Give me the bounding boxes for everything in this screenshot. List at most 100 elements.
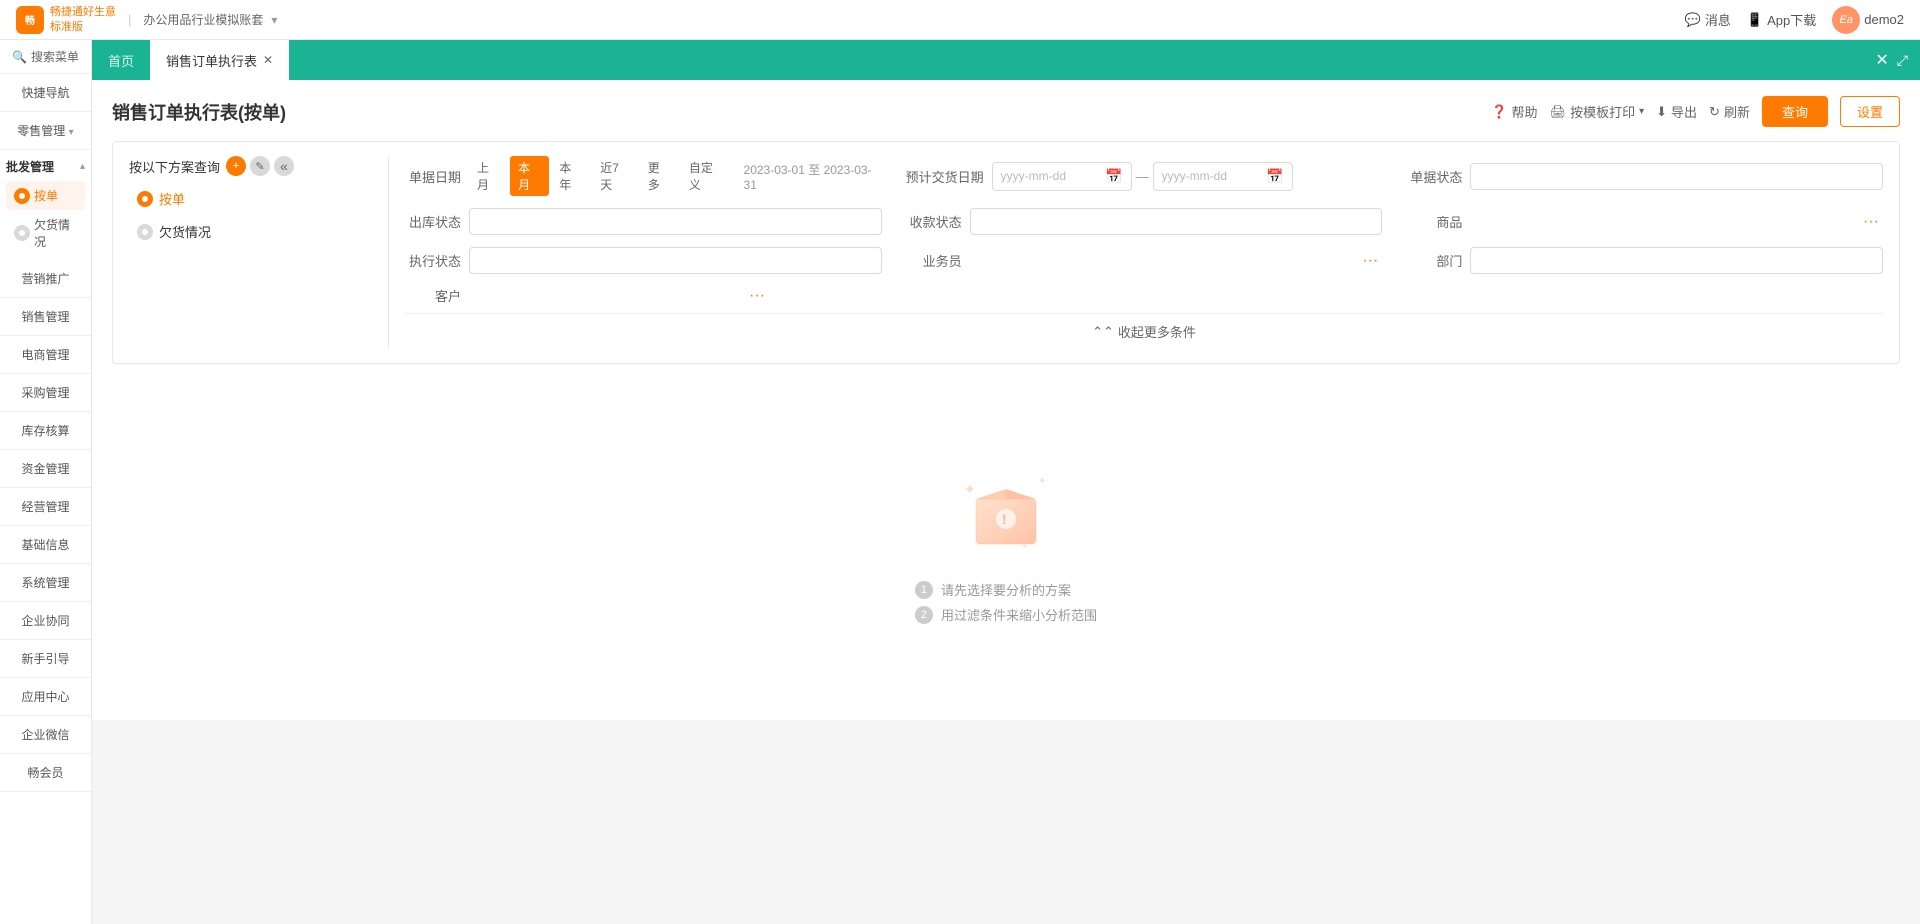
sidebar: 🔍 搜索菜单 快捷导航 零售管理 ▾ 批发管理 ▴: [0, 40, 92, 924]
plan-dot-inactive: [137, 224, 153, 240]
settings-button[interactable]: 设置: [1840, 96, 1900, 127]
sidebar-item-shortcut[interactable]: 快捷导航: [0, 74, 91, 112]
export-button[interactable]: ⬇ 导出: [1656, 102, 1697, 121]
page-header: 销售订单执行表(按单) ❓ 帮助 🖨 按模板打印 ▾: [112, 96, 1900, 127]
refresh-button[interactable]: ↻ 刷新: [1709, 102, 1750, 121]
customer-more-icon[interactable]: ···: [745, 287, 769, 305]
sidebar-item-sales[interactable]: 销售管理: [0, 298, 91, 336]
sidebar-sub-item-order[interactable]: 按单: [6, 181, 85, 210]
refresh-icon: ↻: [1709, 104, 1720, 120]
bill-status-field: 单据状态: [1406, 156, 1883, 196]
tab-sales-exec[interactable]: 销售订单执行表 ✕: [150, 40, 289, 80]
tab-close-icon[interactable]: ✕: [263, 53, 273, 67]
top-bar: 畅 畅捷通好生意 标准版 | 办公用品行业模拟账套 ▾ 💬 消息 📱 App下载: [0, 0, 1920, 40]
date-opt-more[interactable]: 更多: [640, 156, 679, 196]
help-button[interactable]: ❓ 帮助: [1491, 102, 1537, 121]
breadcrumb-arrow-icon[interactable]: ▾: [271, 13, 277, 27]
out-status-field: 出库状态: [405, 208, 882, 235]
sidebar-item-apps[interactable]: 应用中心: [0, 678, 91, 716]
tab-bar: 首页 销售订单执行表 ✕ ✕ ⤢: [92, 40, 1920, 80]
empty-icon: ✦ ✦ ✦ !: [946, 444, 1066, 564]
date-opt-lastmonth[interactable]: 上月: [469, 156, 508, 196]
user-area[interactable]: Ea demo2: [1832, 6, 1904, 34]
sidebar-item-system[interactable]: 系统管理: [0, 564, 91, 602]
date-opt-custom[interactable]: 自定义: [681, 156, 732, 196]
expected-date-from-placeholder: yyyy-mm-dd: [1001, 169, 1066, 183]
filter-row-4: 客户 ···: [405, 286, 1883, 305]
download-icon: 📱: [1747, 12, 1763, 28]
empty-tip-1: 1 请先选择要分析的方案: [915, 580, 1097, 599]
plan-add-button[interactable]: +: [226, 156, 246, 176]
goods-field: 商品 ···: [1406, 208, 1883, 235]
plan-item-debt[interactable]: 欠货情况: [129, 217, 372, 246]
out-status-select[interactable]: [469, 208, 882, 235]
collect-status-field: 收款状态: [906, 208, 1383, 235]
query-button[interactable]: 查询: [1762, 96, 1828, 127]
date-range-text: 2023-03-01 至 2023-03-31: [744, 161, 882, 192]
salesman-more-icon[interactable]: ···: [1358, 252, 1382, 270]
sidebar-search[interactable]: 🔍 搜索菜单: [0, 40, 91, 74]
sidebar-item-ecommerce[interactable]: 电商管理: [0, 336, 91, 374]
dept-field: 部门: [1406, 247, 1883, 274]
sidebar-item-basic[interactable]: 基础信息: [0, 526, 91, 564]
expected-date-label: 预计交货日期: [906, 167, 984, 186]
exec-status-select[interactable]: [469, 247, 882, 274]
plan-filter-label: 按以下方案查询: [129, 157, 220, 176]
filter-content-right: 单据日期 上月 本月 本年 近7天 更多: [389, 156, 1883, 349]
plan-collapse-button[interactable]: «: [274, 156, 294, 176]
tip-2-num: 2: [915, 606, 933, 624]
sidebar-item-enterprise[interactable]: 企业协同: [0, 602, 91, 640]
sidebar-item-wechat[interactable]: 企业微信: [0, 716, 91, 754]
main-layout: 🔍 搜索菜单 快捷导航 零售管理 ▾ 批发管理 ▴: [0, 40, 1920, 924]
tip-1-num: 1: [915, 581, 933, 599]
calendar-to-icon: 📅: [1266, 168, 1283, 185]
print-arrow-icon: ▾: [1639, 106, 1644, 117]
sidebar-item-wholesale[interactable]: 批发管理 ▴: [0, 150, 91, 179]
expected-date-from[interactable]: yyyy-mm-dd 📅: [992, 162, 1132, 191]
top-bar-left: 畅 畅捷通好生意 标准版 | 办公用品行业模拟账套 ▾: [16, 5, 277, 34]
sidebar-item-operation[interactable]: 经营管理: [0, 488, 91, 526]
search-icon: 🔍: [12, 50, 27, 64]
tab-close-window-icon[interactable]: ✕: [1875, 50, 1888, 70]
sidebar-item-purchase[interactable]: 采购管理: [0, 374, 91, 412]
tab-home[interactable]: 首页: [92, 40, 150, 80]
breadcrumb-separator: |: [128, 12, 131, 27]
bill-status-select[interactable]: [1470, 163, 1883, 190]
collect-status-select[interactable]: [970, 208, 1383, 235]
empty-state: ✦ ✦ ✦ ! 1 请先选择要分析的方案: [112, 364, 1900, 704]
filter-row-3: 执行状态 业务员: [405, 247, 1883, 274]
plan-edit-button[interactable]: ✎: [250, 156, 270, 176]
active-dot: [14, 188, 30, 204]
dept-select[interactable]: [1470, 247, 1883, 274]
sidebar-item-inventory[interactable]: 库存核算: [0, 412, 91, 450]
bill-status-label: 单据状态: [1406, 167, 1462, 186]
expected-date-to[interactable]: yyyy-mm-dd 📅: [1153, 162, 1293, 191]
sidebar-item-retail[interactable]: 零售管理 ▾: [0, 112, 91, 150]
sidebar-item-newbie[interactable]: 新手引导: [0, 640, 91, 678]
collapse-button[interactable]: ⌃⌃ 收起更多条件: [1092, 322, 1196, 341]
page-actions: ❓ 帮助 🖨 按模板打印 ▾ ⬇ 导出: [1491, 96, 1900, 127]
message-button[interactable]: 💬 消息: [1685, 10, 1731, 29]
plan-filter-header: 按以下方案查询 + ✎ «: [129, 156, 372, 176]
svg-text:!: !: [1002, 511, 1007, 527]
date-field: 单据日期 上月 本月 本年 近7天 更多: [405, 156, 882, 196]
date-opt-thisyear[interactable]: 本年: [551, 156, 590, 196]
empty-tip-2: 2 用过滤条件来缩小分析范围: [915, 605, 1097, 624]
goods-more-icon[interactable]: ···: [1859, 213, 1883, 231]
plan-item-order[interactable]: 按单: [129, 184, 372, 213]
top-bar-right: 💬 消息 📱 App下载 Ea demo2: [1685, 6, 1904, 34]
breadcrumb: 办公用品行业模拟账套: [143, 11, 263, 28]
sidebar-item-member[interactable]: 畅会员: [0, 754, 91, 792]
sidebar-item-marketing[interactable]: 营销推广: [0, 260, 91, 298]
filter-row-1: 单据日期 上月 本月 本年 近7天 更多: [405, 156, 1883, 196]
print-button[interactable]: 🖨 按模板打印 ▾: [1550, 102, 1645, 121]
inactive-dot: [14, 225, 30, 241]
sidebar-item-finance[interactable]: 资金管理: [0, 450, 91, 488]
date-opt-7days[interactable]: 近7天: [592, 156, 638, 196]
date-opt-thismonth[interactable]: 本月: [510, 156, 549, 196]
sidebar-sub-item-debt[interactable]: 欠货情况: [6, 210, 85, 256]
chevron-up-icon: ▴: [80, 161, 85, 172]
app-download-button[interactable]: 📱 App下载: [1747, 10, 1816, 29]
out-status-label: 出库状态: [405, 212, 461, 231]
tab-maximize-icon[interactable]: ⤢: [1897, 52, 1908, 69]
